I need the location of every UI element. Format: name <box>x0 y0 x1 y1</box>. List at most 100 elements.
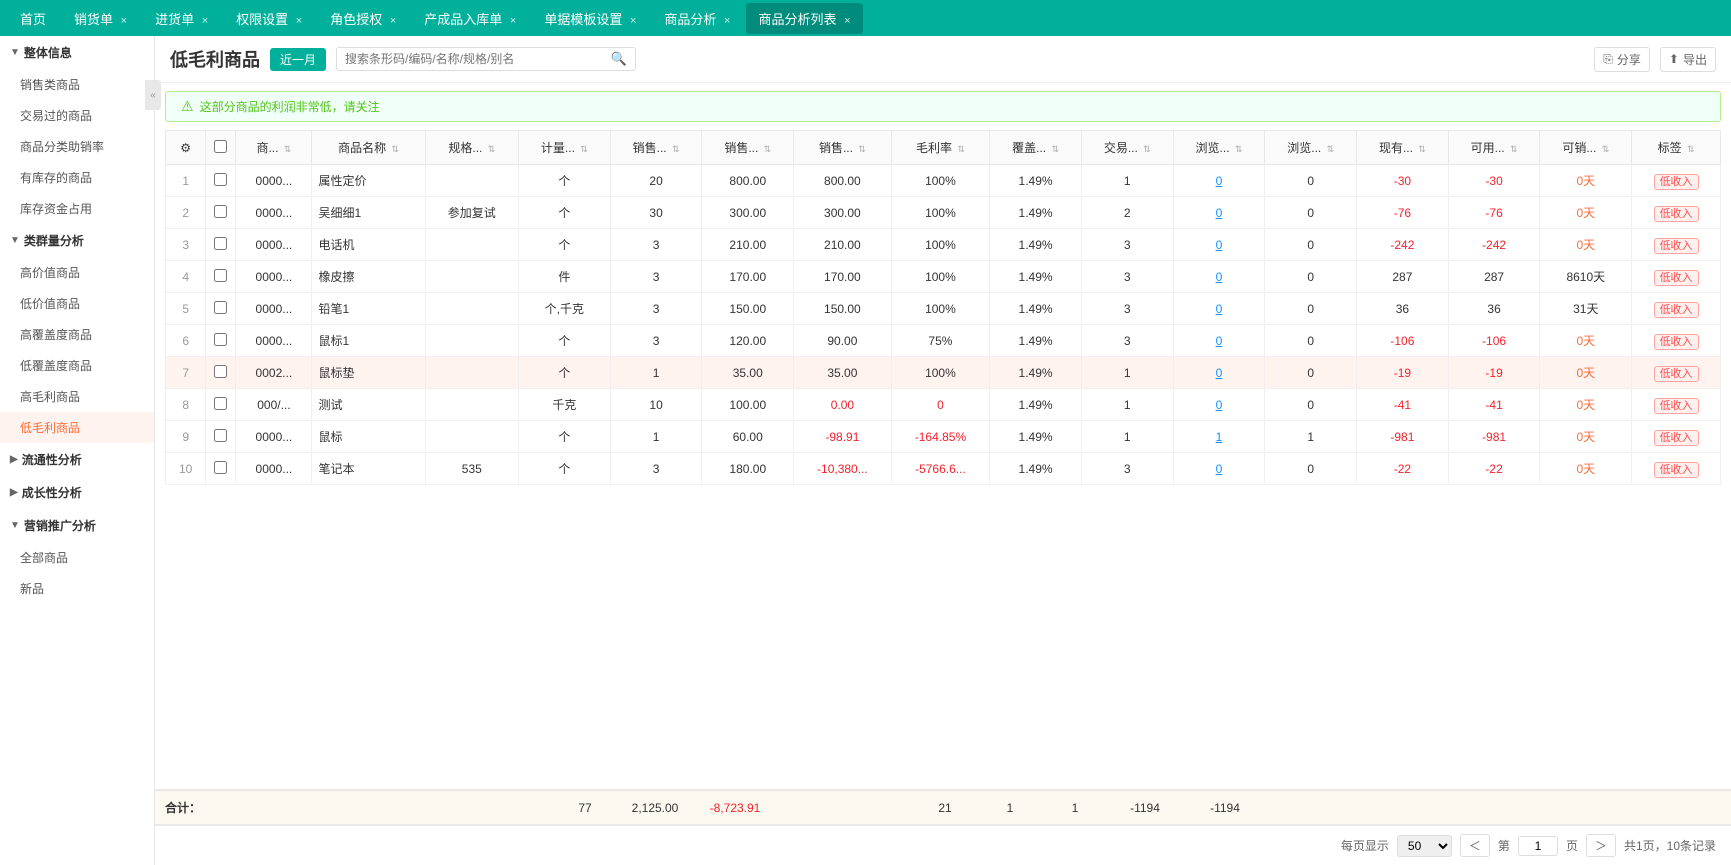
col-view2[interactable]: 浏览... ⇅ <box>1265 131 1357 165</box>
col-settings[interactable]: ⚙ <box>166 131 206 165</box>
totals-sales-qty: 77 <box>555 801 615 815</box>
per-page-select[interactable]: 50 100 200 <box>1397 835 1452 857</box>
sidebar-item-low-value[interactable]: 低价值商品 <box>0 288 154 319</box>
sidebar-group-circulation[interactable]: ▶ 流通性分析 <box>0 443 154 476</box>
sidebar-item-high-margin[interactable]: 高毛利商品 <box>0 381 154 412</box>
row-sales-amount: 35.00 <box>702 357 794 389</box>
export-icon: ⬆ <box>1669 52 1679 66</box>
sidebar-group-overall[interactable]: ▼ 整体信息 <box>0 36 154 69</box>
row-checkbox[interactable] <box>206 229 236 261</box>
sidebar-item-all-goods[interactable]: 全部商品 <box>0 542 154 573</box>
row-checkbox[interactable] <box>206 453 236 485</box>
row-current-stock: 287 <box>1357 261 1449 293</box>
row-checkbox[interactable] <box>206 261 236 293</box>
nav-product-analysis-list[interactable]: 商品分析列表 × <box>746 3 862 34</box>
row-gross-margin: 100% <box>891 293 990 325</box>
close-icon[interactable]: × <box>390 15 396 27</box>
col-sales-profit[interactable]: 销售... ⇅ <box>794 131 892 165</box>
close-icon[interactable]: × <box>121 15 127 27</box>
col-transaction[interactable]: 交易... ⇅ <box>1081 131 1173 165</box>
select-all-checkbox[interactable] <box>214 140 227 153</box>
col-available[interactable]: 可用... ⇅ <box>1448 131 1540 165</box>
row-view1[interactable]: 0 <box>1173 325 1265 357</box>
sidebar-collapse-button[interactable]: « <box>145 80 161 110</box>
nav-home[interactable]: 首页 <box>8 3 58 34</box>
date-filter-button[interactable]: 近一月 <box>270 48 326 71</box>
row-settings: 10 <box>166 453 206 485</box>
sidebar-item-inventory-capital[interactable]: 库存资金占用 <box>0 193 154 224</box>
nav-purchase[interactable]: 进货单 × <box>143 3 220 34</box>
sidebar-group-growth[interactable]: ▶ 成长性分析 <box>0 476 154 509</box>
notice-bar: ⚠ 这部分商品的利润非常低，请关注 <box>165 91 1721 122</box>
col-view1[interactable]: 浏览... ⇅ <box>1173 131 1265 165</box>
search-icon[interactable]: 🔍 <box>611 51 627 67</box>
row-view2: 0 <box>1265 389 1357 421</box>
chevron-down-icon: ▼ <box>10 520 20 531</box>
col-code[interactable]: 商... ⇅ <box>236 131 312 165</box>
close-icon[interactable]: × <box>510 15 516 27</box>
col-tag[interactable]: 标签 ⇅ <box>1632 131 1721 165</box>
row-view1[interactable]: 0 <box>1173 165 1265 197</box>
prev-page-button[interactable]: ＜ <box>1460 834 1490 857</box>
col-unit[interactable]: 计量... ⇅ <box>519 131 611 165</box>
nav-roles[interactable]: 角色授权 × <box>318 3 408 34</box>
row-checkbox[interactable] <box>206 197 236 229</box>
row-view1[interactable]: 0 <box>1173 389 1265 421</box>
sidebar-item-low-coverage[interactable]: 低覆盖度商品 <box>0 350 154 381</box>
sidebar-item-new-goods[interactable]: 新品 <box>0 573 154 604</box>
row-checkbox[interactable] <box>206 165 236 197</box>
col-gross-margin[interactable]: 毛利率 ⇅ <box>891 131 990 165</box>
row-checkbox[interactable] <box>206 421 236 453</box>
export-button[interactable]: ⬆ 导出 <box>1660 47 1716 72</box>
col-spec[interactable]: 规格... ⇅ <box>425 131 518 165</box>
row-view1[interactable]: 0 <box>1173 357 1265 389</box>
nav-permissions[interactable]: 权限设置 × <box>224 3 314 34</box>
sidebar-item-high-coverage[interactable]: 高覆盖度商品 <box>0 319 154 350</box>
col-sellable[interactable]: 可销... ⇅ <box>1540 131 1632 165</box>
row-checkbox[interactable] <box>206 357 236 389</box>
row-settings: 1 <box>166 165 206 197</box>
row-view1[interactable]: 0 <box>1173 293 1265 325</box>
col-name[interactable]: 商品名称 ⇅ <box>312 131 425 165</box>
next-page-button[interactable]: ＞ <box>1586 834 1616 857</box>
row-view1[interactable]: 1 <box>1173 421 1265 453</box>
close-icon[interactable]: × <box>202 15 208 27</box>
row-view1[interactable]: 0 <box>1173 197 1265 229</box>
sidebar-item-in-stock[interactable]: 有库存的商品 <box>0 162 154 193</box>
sidebar-group-marketing[interactable]: ▼ 营销推广分析 <box>0 509 154 542</box>
row-view1[interactable]: 0 <box>1173 453 1265 485</box>
close-icon[interactable]: × <box>296 15 302 27</box>
col-current-stock[interactable]: 现有... ⇅ <box>1357 131 1449 165</box>
row-checkbox[interactable] <box>206 293 236 325</box>
row-view1[interactable]: 0 <box>1173 229 1265 261</box>
sidebar-item-category-rate[interactable]: 商品分类助销率 <box>0 131 154 162</box>
row-available: 287 <box>1448 261 1540 293</box>
row-code: 0000... <box>236 229 312 261</box>
close-icon[interactable]: × <box>630 15 636 27</box>
col-coverage[interactable]: 覆盖... ⇅ <box>990 131 1082 165</box>
sidebar-item-high-value[interactable]: 高价值商品 <box>0 257 154 288</box>
row-view1[interactable]: 0 <box>1173 261 1265 293</box>
row-name: 笔记本 <box>312 453 425 485</box>
row-checkbox[interactable] <box>206 389 236 421</box>
row-view2: 0 <box>1265 325 1357 357</box>
row-gross-margin: 100% <box>891 261 990 293</box>
nav-sales[interactable]: 销货单 × <box>62 3 139 34</box>
close-icon[interactable]: × <box>724 15 730 27</box>
sidebar-item-traded-goods[interactable]: 交易过的商品 <box>0 100 154 131</box>
sidebar-group-cluster[interactable]: ▼ 类群量分析 <box>0 224 154 257</box>
close-icon[interactable]: × <box>844 15 850 27</box>
row-coverage: 1.49% <box>990 325 1082 357</box>
page-input[interactable] <box>1518 836 1558 856</box>
row-available: -242 <box>1448 229 1540 261</box>
share-button[interactable]: ⎘ 分享 <box>1594 47 1650 72</box>
sidebar-item-sales-goods[interactable]: 销售类商品 <box>0 69 154 100</box>
col-sales-qty[interactable]: 销售... ⇅ <box>610 131 702 165</box>
col-sales-amount[interactable]: 销售... ⇅ <box>702 131 794 165</box>
nav-template-settings[interactable]: 单据模板设置 × <box>532 3 648 34</box>
nav-product-analysis[interactable]: 商品分析 × <box>652 3 742 34</box>
nav-product-entry[interactable]: 产成品入库单 × <box>412 3 528 34</box>
search-input[interactable] <box>345 52 611 66</box>
sidebar-item-low-margin[interactable]: 低毛利商品 <box>0 412 154 443</box>
row-checkbox[interactable] <box>206 325 236 357</box>
